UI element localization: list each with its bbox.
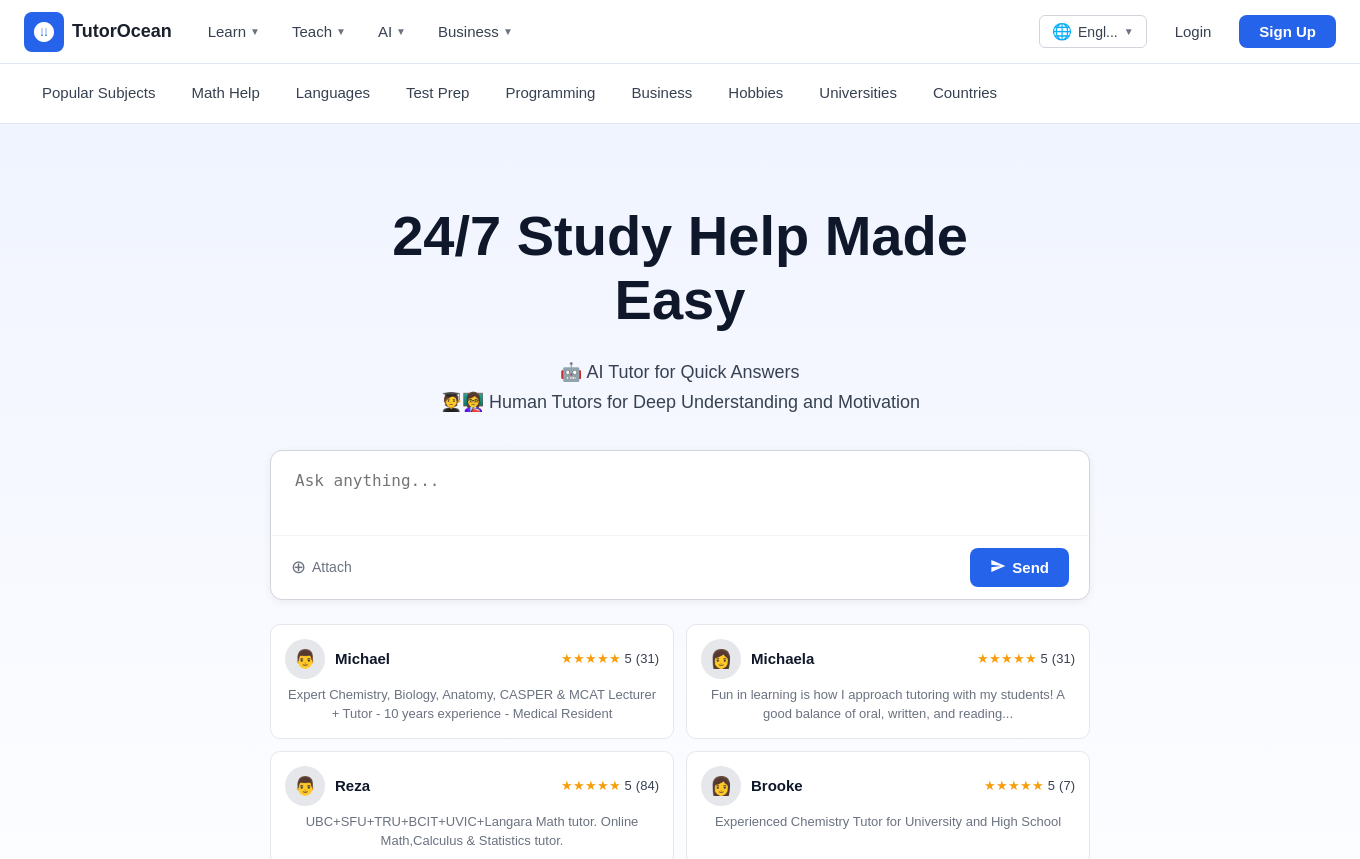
subnav-test-prep[interactable]: Test Prep — [388, 64, 487, 123]
attach-button[interactable]: ⊕ Attach — [291, 556, 352, 578]
chevron-down-icon: ▼ — [1124, 26, 1134, 37]
tutor-name-michael: Michael — [335, 650, 390, 667]
tutor-header: 👩 Brooke ★★★★★ 5 (7) — [701, 766, 1075, 806]
tutor-desc-brooke: Experienced Chemistry Tutor for Universi… — [701, 812, 1075, 832]
subnav-universities[interactable]: Universities — [801, 64, 915, 123]
send-icon — [990, 558, 1006, 577]
tutor-desc-michaela: Fun in learning is how I approach tutori… — [701, 685, 1075, 724]
tutor-rating-brooke: ★★★★★ 5 (7) — [984, 778, 1075, 793]
hero-ai-line: 🤖 AI Tutor for Quick Answers — [24, 357, 1336, 388]
tutor-rating-reza: ★★★★★ 5 (84) — [561, 778, 659, 793]
review-count-michael: (31) — [636, 651, 659, 666]
subnav-languages[interactable]: Languages — [278, 64, 388, 123]
review-count-brooke: (7) — [1059, 778, 1075, 793]
review-count-michaela: (31) — [1052, 651, 1075, 666]
login-button[interactable]: Login — [1159, 15, 1228, 48]
hero-title: 24/7 Study Help Made Easy — [330, 204, 1030, 333]
avatar-reza: 👨 — [285, 766, 325, 806]
logo-svg — [32, 20, 56, 44]
navbar-right: 🌐 Engl... ▼ Login Sign Up — [1039, 15, 1336, 48]
stars-icon: ★★★★★ — [561, 778, 621, 793]
navbar: TutorOcean Learn ▼ Teach ▼ AI ▼ Business… — [0, 0, 1360, 64]
subnav-business[interactable]: Business — [613, 64, 710, 123]
language-selector[interactable]: 🌐 Engl... ▼ — [1039, 15, 1147, 48]
tutor-card-michael[interactable]: 👨 Michael ★★★★★ 5 (31) Expert Chemistry,… — [270, 624, 674, 739]
nav-business-label: Business — [438, 23, 499, 40]
stars-icon: ★★★★★ — [984, 778, 1044, 793]
nav-learn-label: Learn — [208, 23, 246, 40]
subnav-countries[interactable]: Countries — [915, 64, 1015, 123]
nav-teach[interactable]: Teach ▼ — [280, 15, 358, 48]
logo-text: TutorOcean — [72, 21, 172, 42]
rating-value-michaela: 5 — [1041, 651, 1048, 666]
globe-icon: 🌐 — [1052, 22, 1072, 41]
signup-button[interactable]: Sign Up — [1239, 15, 1336, 48]
tutor-name-reza: Reza — [335, 777, 370, 794]
tutor-header: 👨 Michael ★★★★★ 5 (31) — [285, 639, 659, 679]
subnav-math-help[interactable]: Math Help — [173, 64, 277, 123]
attach-label: Attach — [312, 559, 352, 575]
subnav-hobbies[interactable]: Hobbies — [710, 64, 801, 123]
search-box: ⊕ Attach Send — [270, 450, 1090, 600]
tutor-left: 👩 Brooke — [701, 766, 803, 806]
nav-learn[interactable]: Learn ▼ — [196, 15, 272, 48]
subnav-popular-subjects[interactable]: Popular Subjects — [24, 64, 173, 123]
send-button[interactable]: Send — [970, 548, 1069, 587]
tutor-left: 👩 Michaela — [701, 639, 814, 679]
language-label: Engl... — [1078, 24, 1118, 40]
hero-human-line: 🧑‍🎓👩‍🏫 Human Tutors for Deep Understandi… — [24, 387, 1336, 418]
logo[interactable]: TutorOcean — [24, 12, 172, 52]
chevron-down-icon: ▼ — [503, 26, 513, 37]
nav-teach-label: Teach — [292, 23, 332, 40]
navbar-left: TutorOcean Learn ▼ Teach ▼ AI ▼ Business… — [24, 12, 525, 52]
tutor-left: 👨 Michael — [285, 639, 390, 679]
nav-ai[interactable]: AI ▼ — [366, 15, 418, 48]
stars-icon: ★★★★★ — [561, 651, 621, 666]
nav-business[interactable]: Business ▼ — [426, 15, 525, 48]
send-label: Send — [1012, 559, 1049, 576]
tutor-rating-michaela: ★★★★★ 5 (31) — [977, 651, 1075, 666]
tutor-name-michaela: Michaela — [751, 650, 814, 667]
plus-circle-icon: ⊕ — [291, 556, 306, 578]
tutor-desc-reza: UBC+SFU+TRU+BCIT+UVIC+Langara Math tutor… — [285, 812, 659, 851]
tutor-name-brooke: Brooke — [751, 777, 803, 794]
avatar-michael: 👨 — [285, 639, 325, 679]
rating-value-brooke: 5 — [1048, 778, 1055, 793]
rating-value-reza: 5 — [625, 778, 632, 793]
tutor-left: 👨 Reza — [285, 766, 370, 806]
tutor-card-reza[interactable]: 👨 Reza ★★★★★ 5 (84) UBC+SFU+TRU+BCIT+UVI… — [270, 751, 674, 859]
tutors-grid: 👨 Michael ★★★★★ 5 (31) Expert Chemistry,… — [270, 624, 1090, 859]
avatar-michaela: 👩 — [701, 639, 741, 679]
chevron-down-icon: ▼ — [250, 26, 260, 37]
search-footer: ⊕ Attach Send — [271, 535, 1089, 599]
tutor-card-brooke[interactable]: 👩 Brooke ★★★★★ 5 (7) Experienced Chemist… — [686, 751, 1090, 859]
tutor-desc-michael: Expert Chemistry, Biology, Anatomy, CASP… — [285, 685, 659, 724]
rating-value-michael: 5 — [625, 651, 632, 666]
avatar-brooke: 👩 — [701, 766, 741, 806]
subnav-programming[interactable]: Programming — [487, 64, 613, 123]
chevron-down-icon: ▼ — [396, 26, 406, 37]
tutor-header: 👩 Michaela ★★★★★ 5 (31) — [701, 639, 1075, 679]
subnav: Popular Subjects Math Help Languages Tes… — [0, 64, 1360, 124]
nav-ai-label: AI — [378, 23, 392, 40]
stars-icon: ★★★★★ — [977, 651, 1037, 666]
logo-icon — [24, 12, 64, 52]
tutor-rating-michael: ★★★★★ 5 (31) — [561, 651, 659, 666]
tutor-card-michaela[interactable]: 👩 Michaela ★★★★★ 5 (31) Fun in learning … — [686, 624, 1090, 739]
chevron-down-icon: ▼ — [336, 26, 346, 37]
review-count-reza: (84) — [636, 778, 659, 793]
hero-section: 24/7 Study Help Made Easy 🤖 AI Tutor for… — [0, 124, 1360, 859]
tutor-header: 👨 Reza ★★★★★ 5 (84) — [285, 766, 659, 806]
search-input[interactable] — [271, 451, 1089, 531]
